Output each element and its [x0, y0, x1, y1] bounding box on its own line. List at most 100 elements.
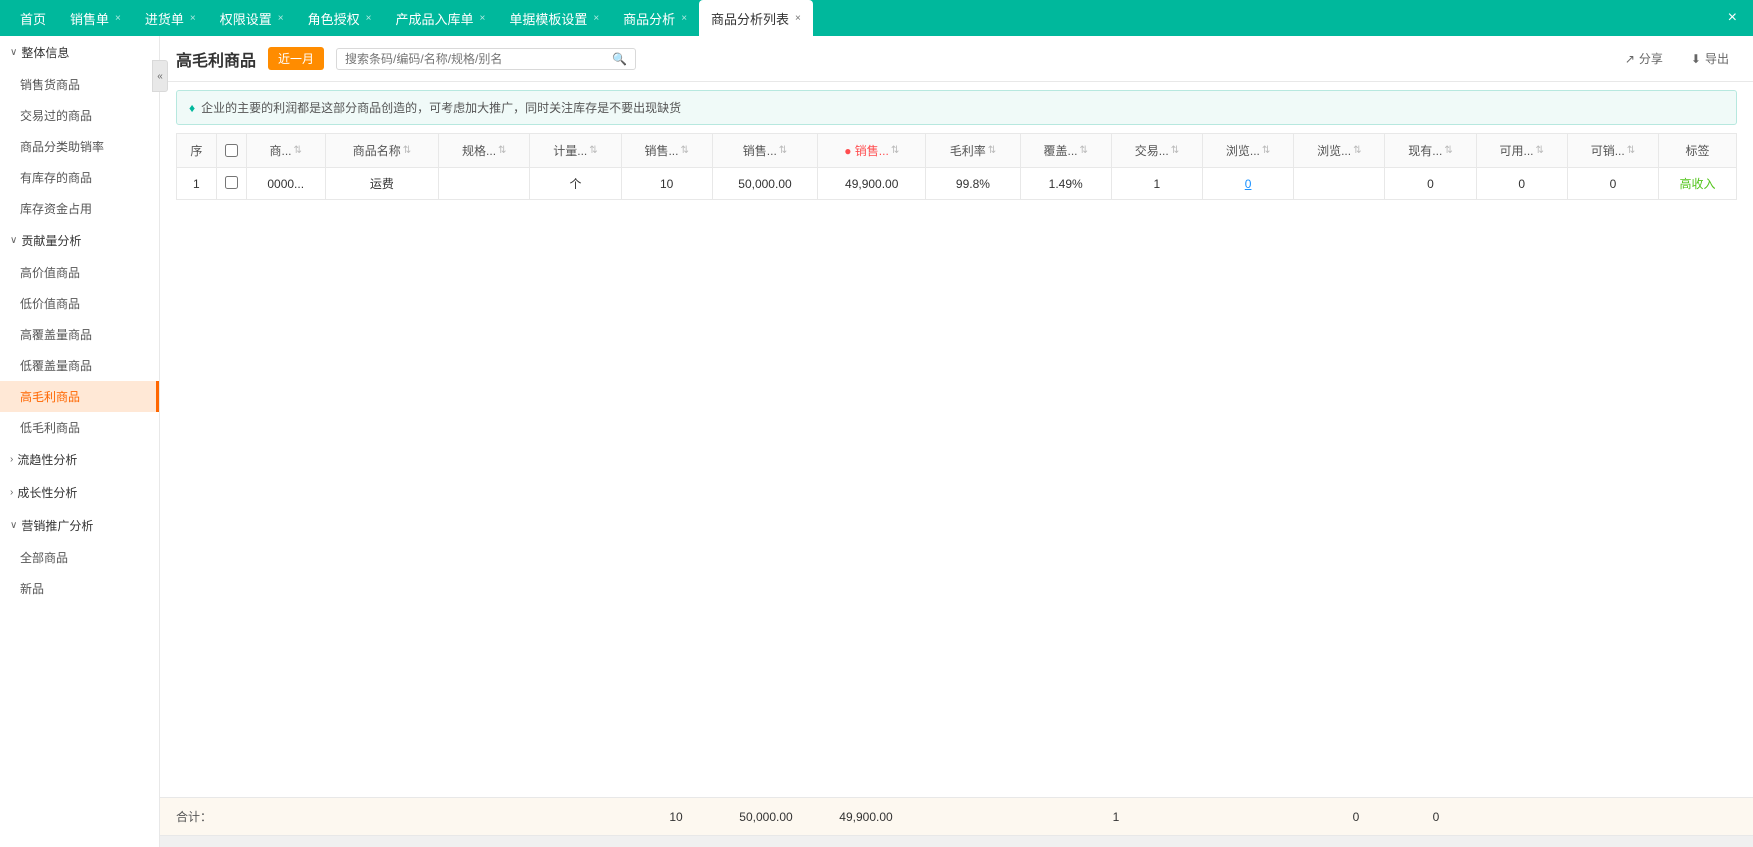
table-cell: 10 [621, 168, 712, 200]
total-stock: 0 [1316, 810, 1396, 824]
top-nav: 首页 销售单 × 进货单 × 权限设置 × 角色授权 × 产成品入库单 × 单据… [0, 0, 1753, 36]
sidebar-group-contribution[interactable]: ∨ 贡献量分析 [0, 224, 159, 257]
col-header-available[interactable]: 可用...⇅ [1476, 134, 1567, 168]
content-area: 高毛利商品 近一月 🔍 ↗ 分享 ⬇ 导出 ♦ 企业的主要的利润都是这部分商品创… [160, 36, 1753, 847]
sidebar-item-all-goods[interactable]: 全部商品 [0, 542, 159, 573]
sidebar-group-growth-label: 成长性分析 [17, 484, 77, 501]
search-box: 🔍 [336, 48, 636, 70]
nav-item-analysis-list[interactable]: 商品分析列表 × [699, 0, 813, 36]
sidebar-item-high-profit[interactable]: 高毛利商品 [0, 381, 159, 412]
nav-item-sales[interactable]: 销售单 × [58, 0, 133, 36]
table-cell: 个 [530, 168, 621, 200]
share-button[interactable]: ↗ 分享 [1617, 46, 1671, 71]
table-cell: 1 [1111, 168, 1202, 200]
col-header-index: 序 [177, 134, 217, 168]
close-icon[interactable]: × [278, 13, 284, 24]
total-view2 [1236, 810, 1316, 824]
table-cell [216, 168, 246, 200]
search-input[interactable] [345, 52, 612, 66]
close-icon[interactable]: × [190, 13, 196, 24]
table-cell: 0 [1203, 168, 1294, 200]
sidebar-item-high-coverage[interactable]: 高覆盖量商品 [0, 319, 159, 350]
table-wrapper: 序 商...⇅ 商品名称⇅ 规格...⇅ [160, 133, 1753, 797]
nav-item-product-analysis[interactable]: 商品分析 × [611, 0, 699, 36]
close-icon[interactable]: × [681, 13, 687, 24]
sidebar-item-traded-goods[interactable]: 交易过的商品 [0, 100, 159, 131]
table-cell: 99.8% [926, 168, 1020, 200]
sidebar-group-marketing[interactable]: ∨ 营销推广分析 [0, 509, 159, 542]
sidebar-item-sale-goods[interactable]: 销售货商品 [0, 69, 159, 100]
col-header-stock[interactable]: 现有...⇅ [1385, 134, 1476, 168]
table-cell [1294, 168, 1385, 200]
sidebar-item-low-coverage[interactable]: 低覆盖量商品 [0, 350, 159, 381]
col-header-name[interactable]: 商品名称⇅ [325, 134, 438, 168]
total-saleable [1476, 810, 1556, 824]
table-cell: 0000... [246, 168, 325, 200]
data-table: 序 商...⇅ 商品名称⇅ 规格...⇅ [176, 133, 1737, 200]
arrow-right-icon: › [10, 454, 13, 465]
col-header-sale-qty[interactable]: 销售...⇅ [621, 134, 712, 168]
search-icon[interactable]: 🔍 [612, 52, 627, 66]
nav-item-auth-settings[interactable]: 权限设置 × [208, 0, 296, 36]
col-header-sale-profit[interactable]: ● 销售...⇅ [818, 134, 926, 168]
arrow-right-icon: › [10, 487, 13, 498]
share-label: 分享 [1639, 50, 1663, 67]
export-label: 导出 [1705, 50, 1729, 67]
info-banner-text: 企业的主要的利润都是这部分商品创造的，可考虑加大推广，同时关注库存是不要出现缺货 [201, 99, 681, 116]
nav-item-purchase[interactable]: 进货单 × [133, 0, 208, 36]
sidebar-item-low-profit[interactable]: 低毛利商品 [0, 412, 159, 443]
total-view1 [1156, 810, 1236, 824]
close-icon[interactable]: × [593, 13, 599, 24]
sidebar-group-marketing-label: 营销推广分析 [21, 517, 93, 534]
bottom-scrollbar[interactable] [160, 835, 1753, 847]
sidebar-item-stock-capital[interactable]: 库存资金占用 [0, 193, 159, 224]
col-header-view1[interactable]: 浏览...⇅ [1203, 134, 1294, 168]
col-header-code[interactable]: 商...⇅ [246, 134, 325, 168]
col-header-view2[interactable]: 浏览...⇅ [1294, 134, 1385, 168]
close-icon[interactable]: × [795, 13, 801, 24]
col-header-saleable[interactable]: 可销...⇅ [1567, 134, 1658, 168]
nav-item-home[interactable]: 首页 [8, 0, 58, 36]
nav-label-analysis-list: 商品分析列表 [711, 9, 789, 28]
sidebar: ∨ 整体信息 销售货商品 交易过的商品 商品分类助销率 有库存的商品 库存资金占… [0, 36, 160, 847]
col-header-profit-rate[interactable]: 毛利率⇅ [926, 134, 1020, 168]
col-header-spec[interactable]: 规格...⇅ [439, 134, 530, 168]
nav-close-all[interactable]: × [1720, 9, 1745, 27]
sidebar-group-contribution-label: 贡献量分析 [21, 232, 81, 249]
col-header-coverage[interactable]: 覆盖...⇅ [1020, 134, 1111, 168]
nav-item-template-settings[interactable]: 单据模板设置 × [497, 0, 611, 36]
info-icon: ♦ [189, 101, 195, 115]
select-all-checkbox[interactable] [225, 144, 238, 157]
toggle-sidebar-button[interactable]: « [152, 60, 168, 92]
close-icon[interactable]: × [366, 13, 372, 24]
content-header: 高毛利商品 近一月 🔍 ↗ 分享 ⬇ 导出 [160, 36, 1753, 82]
arrow-icon: ∨ [10, 235, 17, 246]
close-icon[interactable]: × [115, 13, 121, 24]
sidebar-group-trend-label: 流趋性分析 [17, 451, 77, 468]
sidebar-group-overall-label: 整体信息 [21, 44, 69, 61]
col-header-checkbox [216, 134, 246, 168]
col-header-unit[interactable]: 计量...⇅ [530, 134, 621, 168]
export-button[interactable]: ⬇ 导出 [1683, 46, 1737, 71]
table-cell: 1 [177, 168, 217, 200]
col-header-tag: 标签 [1659, 134, 1737, 168]
sidebar-item-low-value[interactable]: 低价值商品 [0, 288, 159, 319]
sidebar-item-category-rate[interactable]: 商品分类助销率 [0, 131, 159, 162]
total-available: 0 [1396, 810, 1476, 824]
sidebar-group-trend[interactable]: › 流趋性分析 [0, 443, 159, 476]
table-row: 10000...运费个1050,000.0049,900.0099.8%1.49… [177, 168, 1737, 200]
sidebar-item-stocked-goods[interactable]: 有库存的商品 [0, 162, 159, 193]
sidebar-group-overall[interactable]: ∨ 整体信息 [0, 36, 159, 69]
filter-button[interactable]: 近一月 [268, 47, 324, 70]
sidebar-item-high-value[interactable]: 高价值商品 [0, 257, 159, 288]
close-icon[interactable]: × [479, 13, 485, 24]
row-checkbox[interactable] [225, 176, 238, 189]
col-header-trade-count[interactable]: 交易...⇅ [1111, 134, 1202, 168]
nav-item-role-auth[interactable]: 角色授权 × [296, 0, 384, 36]
nav-item-product-inbound[interactable]: 产成品入库单 × [383, 0, 497, 36]
info-banner: ♦ 企业的主要的利润都是这部分商品创造的，可考虑加大推广，同时关注库存是不要出现… [176, 90, 1737, 125]
sidebar-group-growth[interactable]: › 成长性分析 [0, 476, 159, 509]
total-coverage [996, 810, 1076, 824]
col-header-sale-amount[interactable]: 销售...⇅ [712, 134, 817, 168]
sidebar-item-new-goods[interactable]: 新品 [0, 573, 159, 604]
